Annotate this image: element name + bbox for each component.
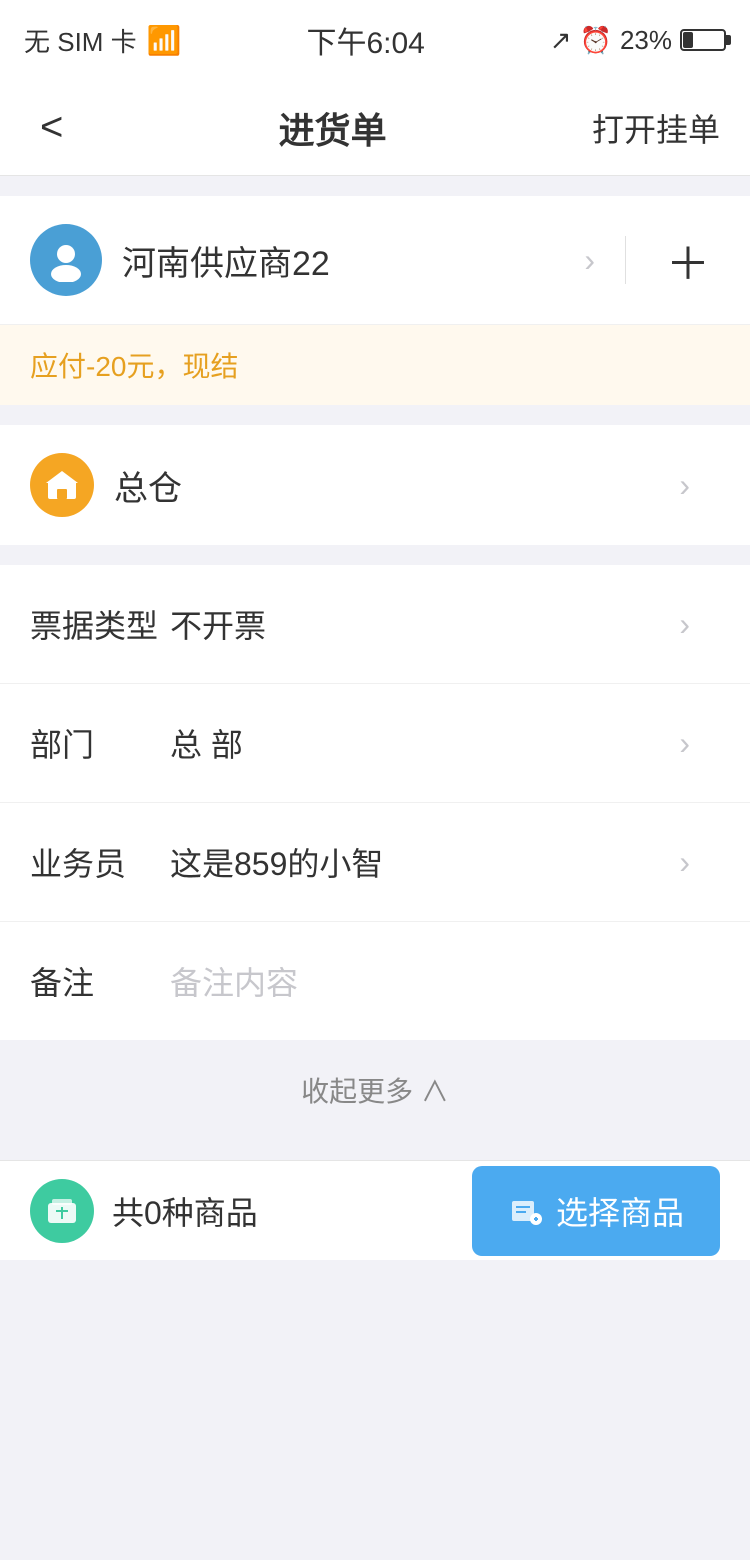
- warehouse-section[interactable]: 总仓 ›: [0, 425, 750, 545]
- location-icon: ↗: [550, 25, 572, 56]
- back-button[interactable]: <: [30, 95, 73, 160]
- invoice-type-label: 票据类型: [30, 601, 170, 647]
- salesperson-chevron-icon: ›: [679, 844, 690, 881]
- department-value: 总 部: [170, 720, 679, 766]
- select-product-button[interactable]: 选择商品: [472, 1166, 720, 1256]
- department-chevron-icon: ›: [679, 725, 690, 762]
- product-icon: [30, 1179, 94, 1243]
- status-right: ↗ ⏰ 23%: [550, 25, 726, 56]
- select-product-label: 选择商品: [556, 1188, 684, 1234]
- remark-input[interactable]: 备注内容: [170, 958, 720, 1004]
- page-title: 进货单: [279, 102, 387, 154]
- invoice-type-chevron-icon: ›: [679, 606, 690, 643]
- product-count-area: 共0种商品: [30, 1179, 258, 1243]
- salesperson-value: 这是859的小智: [170, 839, 679, 885]
- section-gap-1: [0, 176, 750, 196]
- supplier-name: 河南供应商22: [122, 236, 584, 285]
- divider: [625, 236, 626, 284]
- remark-row[interactable]: 备注 备注内容: [0, 922, 750, 1040]
- battery-icon: [680, 29, 726, 51]
- avatar: [30, 224, 102, 296]
- warehouse-icon: [30, 453, 94, 517]
- salesperson-row[interactable]: 业务员 这是859的小智 ›: [0, 803, 750, 922]
- notice-banner: 应付-20元，现结: [0, 325, 750, 405]
- section-gap-4: [0, 1140, 750, 1160]
- notice-text: 应付-20元，现结: [30, 351, 238, 382]
- status-time: 下午6:04: [306, 18, 424, 62]
- warehouse-name: 总仓: [114, 461, 679, 510]
- warehouse-chevron-icon: ›: [679, 467, 690, 504]
- warehouse-row[interactable]: 总仓 ›: [0, 425, 750, 545]
- form-section: 票据类型 不开票 › 部门 总 部 › 业务员 这是859的小智 › 备注 备注…: [0, 565, 750, 1040]
- remark-label: 备注: [30, 958, 170, 1004]
- bottom-bar: 共0种商品 选择商品: [0, 1160, 750, 1260]
- page-background: [0, 1260, 750, 1560]
- collapse-button[interactable]: 收起更多 ∧: [0, 1040, 750, 1140]
- nav-bar: < 进货单 打开挂单: [0, 80, 750, 176]
- status-bar: 无 SIM 卡 📶 下午6:04 ↗ ⏰ 23%: [0, 0, 750, 80]
- collapse-label: 收起更多 ∧: [301, 1070, 449, 1110]
- supplier-section: 河南供应商22 › ＋ 应付-20元，现结: [0, 196, 750, 405]
- department-label: 部门: [30, 720, 170, 766]
- invoice-type-value: 不开票: [170, 601, 679, 647]
- alarm-icon: ⏰: [580, 25, 612, 56]
- open-pending-button[interactable]: 打开挂单: [592, 105, 720, 151]
- department-row[interactable]: 部门 总 部 ›: [0, 684, 750, 803]
- invoice-type-row[interactable]: 票据类型 不开票 ›: [0, 565, 750, 684]
- salesperson-label: 业务员: [30, 839, 170, 885]
- product-count-label: 共0种商品: [112, 1188, 258, 1234]
- add-supplier-button[interactable]: ＋: [656, 228, 720, 292]
- section-gap-2: [0, 405, 750, 425]
- supplier-row[interactable]: 河南供应商22 › ＋: [0, 196, 750, 325]
- supplier-chevron-icon: ›: [584, 242, 595, 279]
- battery-percent: 23%: [620, 25, 672, 56]
- status-carrier: 无 SIM 卡 📶: [24, 22, 182, 59]
- wifi-icon: 📶: [147, 24, 182, 57]
- section-gap-3: [0, 545, 750, 565]
